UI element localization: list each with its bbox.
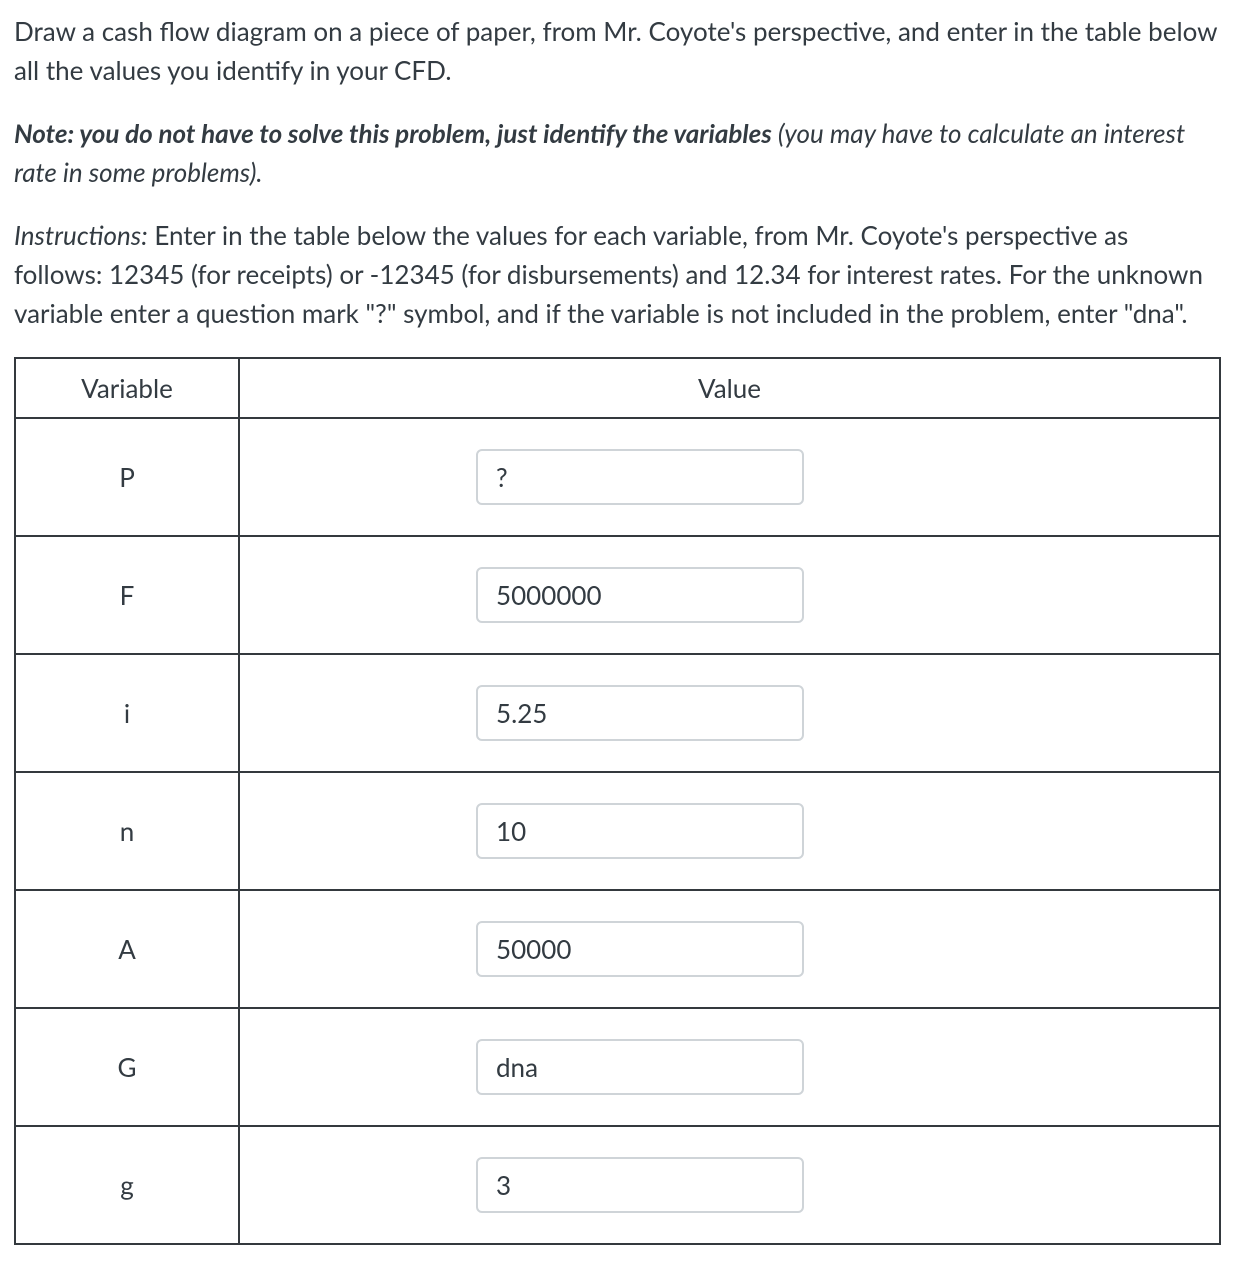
value-cell-P xyxy=(239,418,1220,536)
table-row: P xyxy=(15,418,1220,536)
value-cell-G xyxy=(239,1008,1220,1126)
variable-label-P: P xyxy=(15,418,239,536)
header-value: Value xyxy=(239,358,1220,418)
value-input-G[interactable] xyxy=(476,1039,804,1095)
header-variable: Variable xyxy=(15,358,239,418)
variable-label-A: A xyxy=(15,890,239,1008)
value-cell-i xyxy=(239,654,1220,772)
value-input-F[interactable] xyxy=(476,567,804,623)
variable-label-n: n xyxy=(15,772,239,890)
variables-table: Variable Value P F i n xyxy=(14,357,1221,1245)
value-input-P[interactable] xyxy=(476,449,804,505)
value-cell-g xyxy=(239,1126,1220,1244)
variable-label-i: i xyxy=(15,654,239,772)
variable-label-g: g xyxy=(15,1126,239,1244)
table-row: i xyxy=(15,654,1220,772)
intro-paragraph: Draw a cash flow diagram on a piece of p… xyxy=(14,12,1221,90)
instructions-paragraph: Instructions: Enter in the table below t… xyxy=(14,216,1221,333)
table-row: G xyxy=(15,1008,1220,1126)
note-paragraph: Note: you do not have to solve this prob… xyxy=(14,114,1221,192)
variable-label-G: G xyxy=(15,1008,239,1126)
table-row: g xyxy=(15,1126,1220,1244)
note-bold: Note: you do not have to solve this prob… xyxy=(14,117,772,149)
value-input-A[interactable] xyxy=(476,921,804,977)
value-cell-n xyxy=(239,772,1220,890)
value-cell-F xyxy=(239,536,1220,654)
value-input-g[interactable] xyxy=(476,1157,804,1213)
instructions-label: Instructions: xyxy=(14,219,148,251)
table-row: A xyxy=(15,890,1220,1008)
variable-label-F: F xyxy=(15,536,239,654)
instructions-body: Enter in the table below the values for … xyxy=(14,219,1203,329)
value-input-i[interactable] xyxy=(476,685,804,741)
value-cell-A xyxy=(239,890,1220,1008)
value-input-n[interactable] xyxy=(476,803,804,859)
table-row: n xyxy=(15,772,1220,890)
table-header-row: Variable Value xyxy=(15,358,1220,418)
table-row: F xyxy=(15,536,1220,654)
